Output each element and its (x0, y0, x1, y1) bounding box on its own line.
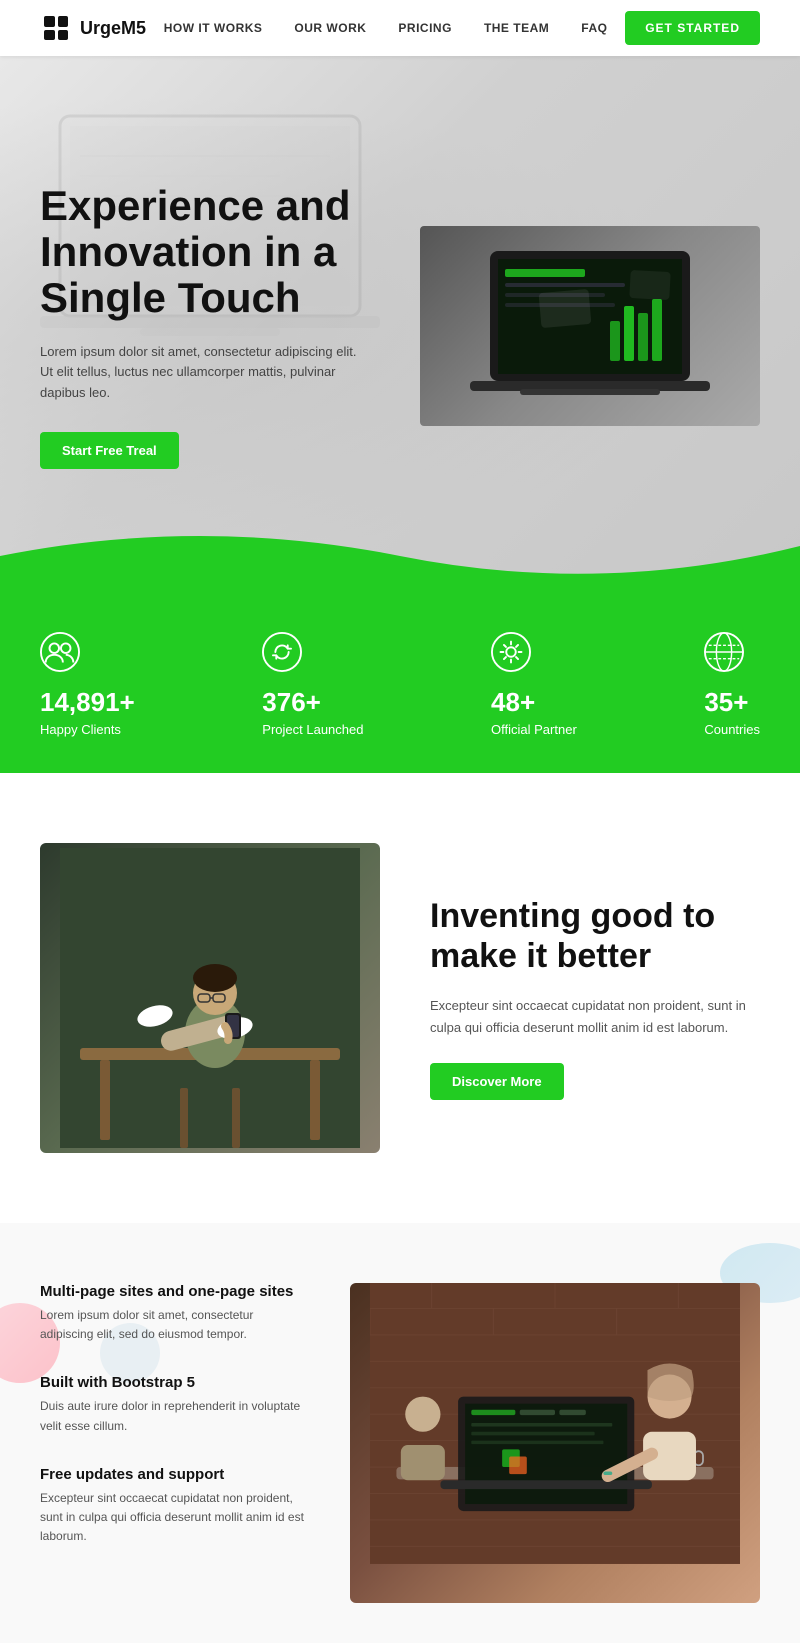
stat-countries-label: Countries (704, 722, 760, 737)
stat-countries: 35+ Countries (704, 632, 760, 737)
feature-bootstrap-desc: Duis aute irure dolor in reprehenderit i… (40, 1397, 310, 1435)
features-illustration (370, 1283, 740, 1583)
logo-icon (40, 12, 72, 44)
hero-section: Experience and Innovation in a Single To… (0, 56, 800, 596)
about-title: Inventing good to make it better (430, 896, 760, 978)
feature-updates-desc: Excepteur sint occaecat cupidatat non pr… (40, 1489, 310, 1547)
feature-item-updates: Free updates and support Excepteur sint … (40, 1466, 310, 1547)
users-icon (40, 632, 80, 677)
about-section: Inventing good to make it better Excepte… (0, 773, 800, 1223)
stat-project-launched: 376+ Project Launched (262, 632, 363, 737)
nav-link-faq[interactable]: FAQ (581, 21, 607, 35)
hero-image (420, 226, 760, 426)
person-illustration (60, 848, 360, 1148)
nav-link-pricing[interactable]: PRICING (398, 21, 452, 35)
hero-laptop-visual (420, 226, 760, 426)
feature-multipage-title: Multi-page sites and one-page sites (40, 1283, 310, 1300)
nav-link-how-it-works[interactable]: HOW IT WORKS (164, 21, 263, 35)
feature-bootstrap-title: Built with Bootstrap 5 (40, 1374, 310, 1391)
stat-official-partner-number: 48+ (491, 687, 535, 718)
discover-more-button[interactable]: Discover More (430, 1063, 564, 1100)
stat-happy-clients-number: 14,891+ (40, 687, 135, 718)
features-section: Multi-page sites and one-page sites Lore… (0, 1223, 800, 1643)
brand-name: UrgeM5 (80, 18, 146, 39)
feature-multipage-desc: Lorem ipsum dolor sit amet, consectetur … (40, 1306, 310, 1344)
stat-happy-clients: 14,891+ Happy Clients (40, 632, 135, 737)
globe-icon (704, 632, 744, 677)
about-content: Inventing good to make it better Excepte… (430, 896, 760, 1101)
feature-item-multipage: Multi-page sites and one-page sites Lore… (40, 1283, 310, 1344)
hero-content: Experience and Innovation in a Single To… (40, 183, 380, 469)
hero-laptop-svg (460, 241, 720, 411)
hero-cta-button[interactable]: Start Free Treal (40, 432, 179, 469)
brand-logo[interactable]: UrgeM5 (40, 12, 146, 44)
about-text: Excepteur sint occaecat cupidatat non pr… (430, 995, 760, 1039)
gear-icon (491, 632, 531, 677)
features-img-placeholder (350, 1283, 760, 1603)
stat-project-launched-label: Project Launched (262, 722, 363, 737)
feature-updates-title: Free updates and support (40, 1466, 310, 1483)
refresh-icon (262, 632, 302, 677)
about-image (40, 843, 380, 1153)
hero-subtitle: Lorem ipsum dolor sit amet, consectetur … (40, 342, 360, 404)
stat-happy-clients-label: Happy Clients (40, 722, 121, 737)
stat-countries-number: 35+ (704, 687, 748, 718)
features-layout: Multi-page sites and one-page sites Lore… (40, 1283, 760, 1603)
hero-wave-svg (0, 516, 800, 596)
features-image (350, 1283, 760, 1603)
nav-links: HOW IT WORKS OUR WORK PRICING THE TEAM F… (164, 21, 608, 35)
stat-official-partner: 48+ Official Partner (491, 632, 577, 737)
feature-item-bootstrap: Built with Bootstrap 5 Duis aute irure d… (40, 1374, 310, 1435)
navbar: UrgeM5 HOW IT WORKS OUR WORK PRICING THE… (0, 0, 800, 56)
nav-link-the-team[interactable]: THE TEAM (484, 21, 549, 35)
stat-project-launched-number: 376+ (262, 687, 321, 718)
stats-section: 14,891+ Happy Clients 376+ Project Launc… (0, 596, 800, 773)
hero-title: Experience and Innovation in a Single To… (40, 183, 380, 322)
about-img-placeholder (40, 843, 380, 1153)
stat-official-partner-label: Official Partner (491, 722, 577, 737)
features-list: Multi-page sites and one-page sites Lore… (40, 1283, 310, 1576)
nav-link-our-work[interactable]: OUR WORK (294, 21, 366, 35)
get-started-button[interactable]: GET STARTED (625, 11, 760, 45)
